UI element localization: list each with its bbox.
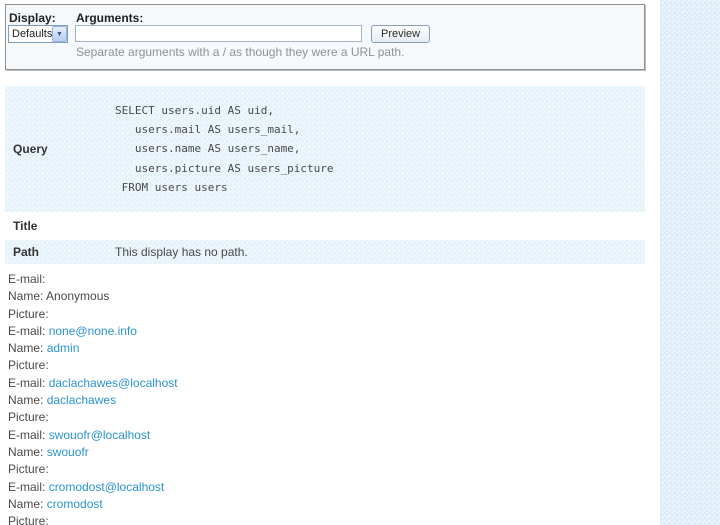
display-label: Display: [9, 11, 56, 25]
user-name-link[interactable]: daclachawes [47, 393, 116, 407]
path-value: This display has no path. [115, 245, 248, 259]
email-field-label: E-mail: [8, 479, 46, 494]
result-row: E-mail: Name: Anonymous Picture: [8, 271, 608, 323]
email-link[interactable]: none@none.info [49, 324, 137, 338]
arguments-label: Arguments: [76, 11, 144, 25]
title-value [115, 212, 645, 240]
result-row: E-mail: swouofr@localhost Name: swouofr … [8, 427, 608, 479]
result-row: E-mail: none@none.info Name: admin Pictu… [8, 323, 608, 375]
picture-field: Picture: [8, 357, 608, 374]
name-field-label: Name: [8, 444, 44, 459]
title-row: Title [5, 212, 645, 240]
preview-button[interactable]: Preview [371, 25, 431, 43]
name-field: Name: admin [8, 340, 608, 357]
user-name-link[interactable]: swouofr [47, 445, 89, 459]
views-preview-page: Display: Arguments: Defaults ▼ Preview S… [0, 0, 720, 525]
email-field: E-mail: none@none.info [8, 323, 608, 340]
email-field: E-mail: daclachawes@localhost [8, 375, 608, 392]
email-field-label: E-mail: [8, 375, 46, 390]
name-field: Name: cromodost [8, 496, 608, 513]
query-label: Query [13, 142, 48, 156]
display-select-value: Defaults [12, 28, 52, 40]
name-field-label: Name: [8, 341, 44, 356]
arguments-description: Separate arguments with a / as though th… [76, 45, 405, 59]
picture-field-label: Picture: [8, 514, 49, 525]
name-field-label: Name: [8, 289, 44, 304]
email-field-label: E-mail: [8, 272, 46, 286]
email-field-label: E-mail: [8, 323, 46, 338]
email-link[interactable]: cromodost@localhost [49, 480, 165, 494]
path-label: Path [13, 245, 40, 259]
email-link[interactable]: swouofr@localhost [49, 428, 151, 442]
name-field: Name: Anonymous [8, 288, 608, 305]
title-label: Title [13, 219, 38, 233]
email-field-label: E-mail: [8, 427, 46, 442]
user-name-link[interactable]: cromodost [47, 497, 103, 511]
picture-field-label: Picture: [8, 358, 49, 373]
name-field-label: Name: [8, 496, 44, 511]
result-row: E-mail: daclachawes@localhost Name: dacl… [8, 375, 608, 427]
email-field: E-mail: swouofr@localhost [8, 427, 608, 444]
result-row: E-mail: cromodost@localhost Name: cromod… [8, 479, 608, 525]
name-field-value: Anonymous [46, 289, 110, 304]
path-row: Path This display has no path. [5, 240, 645, 264]
picture-field-label: Picture: [8, 462, 49, 477]
preview-meta-table: Query SELECT users.uid AS uid, users.mai… [5, 86, 645, 264]
results-list: E-mail: Name: Anonymous Picture: E-mail:… [8, 271, 608, 525]
preview-controls-fieldset: Display: Arguments: Defaults ▼ Preview S… [5, 4, 645, 70]
picture-field: Picture: [8, 461, 608, 478]
page-background-band [660, 0, 720, 525]
email-field: E-mail: [8, 271, 608, 288]
email-link[interactable]: daclachawes@localhost [49, 376, 178, 390]
picture-field-label: Picture: [8, 306, 49, 321]
email-field: E-mail: cromodost@localhost [8, 479, 608, 496]
display-select[interactable]: Defaults ▼ [8, 25, 68, 43]
picture-field: Picture: [8, 306, 608, 323]
name-field: Name: daclachawes [8, 392, 608, 409]
chevron-down-icon: ▼ [52, 26, 67, 42]
name-field-label: Name: [8, 393, 44, 408]
arguments-input[interactable] [75, 25, 362, 42]
query-sql-text: SELECT users.uid AS uid, users.mail AS u… [115, 103, 334, 194]
name-field: Name: swouofr [8, 444, 608, 461]
user-name-link[interactable]: admin [47, 341, 80, 355]
picture-field: Picture: [8, 409, 608, 426]
query-row: Query SELECT users.uid AS uid, users.mai… [5, 86, 645, 212]
picture-field: Picture: [8, 513, 608, 525]
picture-field-label: Picture: [8, 410, 49, 425]
